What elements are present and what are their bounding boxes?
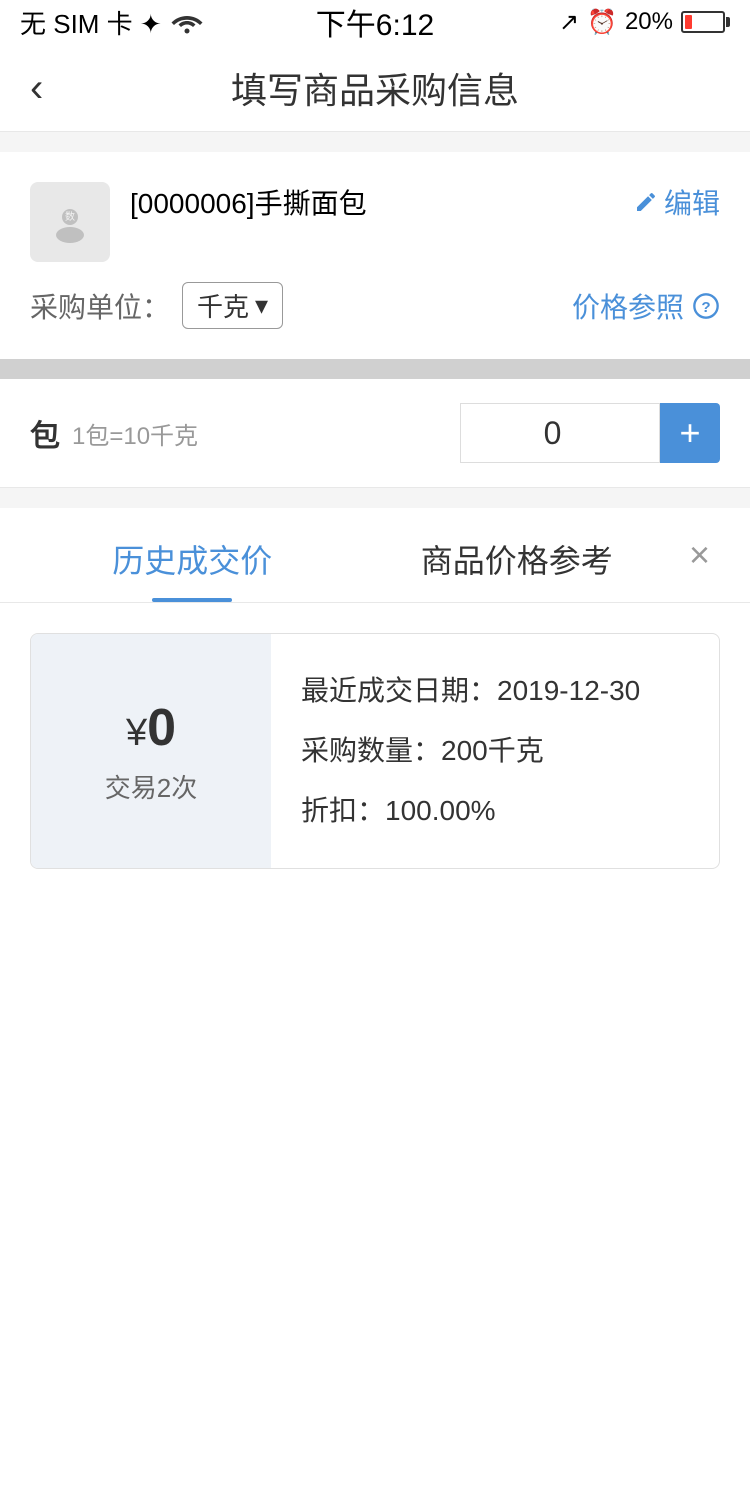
product-name: [0000006]手撕面包: [130, 182, 367, 222]
price-reference-button[interactable]: 价格参照 ?: [572, 286, 720, 326]
product-unit-row: 采购单位： 千克 ▾ 价格参照 ?: [30, 282, 720, 329]
card-price: ¥0: [126, 698, 176, 758]
card-info-section: 最近成交日期：2019-12-30 采购数量：200千克 折扣：100.00%: [271, 634, 719, 868]
price-symbol: ¥: [126, 712, 147, 754]
quantity-control: +: [460, 403, 720, 463]
tab-bar: 历史成交价 商品价格参考 ×: [0, 508, 750, 603]
status-time: 下午6:12: [316, 0, 434, 44]
main-content-area: [0, 899, 750, 1499]
unit-dropdown[interactable]: 千克 ▾: [182, 282, 283, 329]
product-left: 数 [0000006]手撕面包: [30, 182, 367, 262]
edit-button[interactable]: 编辑: [634, 182, 720, 222]
product-image-icon: 数: [45, 197, 95, 247]
qty-unit-label: 包: [30, 411, 60, 455]
location-icon: ↗: [559, 8, 579, 37]
quantity-input[interactable]: [460, 403, 660, 463]
edit-icon: [634, 190, 658, 214]
product-thumbnail: 数: [30, 182, 110, 262]
svg-text:?: ?: [701, 298, 710, 315]
tab-history-price[interactable]: 历史成交价: [30, 508, 354, 602]
battery-percent: 20%: [625, 8, 673, 36]
help-circle-icon: ?: [692, 292, 720, 320]
status-right: ↗ ⏰ 20%: [559, 8, 730, 37]
quantity-label: 包 1包=10千克: [30, 411, 198, 455]
history-content: ¥0 交易2次 最近成交日期：2019-12-30 采购数量：200千克 折扣：…: [0, 603, 750, 899]
tab-section: 历史成交价 商品价格参考 × ¥0 交易2次 最近成交日期：2019-12-30…: [0, 508, 750, 899]
purchase-qty-row: 采购数量：200千克: [301, 730, 689, 772]
page-title: 填写商品采购信息: [231, 62, 519, 114]
alarm-icon: ⏰: [587, 8, 617, 37]
sim-status: 无 SIM 卡 ✦: [20, 4, 162, 41]
discount-row: 折扣：100.00%: [301, 790, 689, 832]
product-header: 数 [0000006]手撕面包 编辑: [30, 182, 720, 262]
section-divider: [0, 359, 750, 379]
trade-count: 交易2次: [105, 768, 197, 805]
status-bar: 无 SIM 卡 ✦ 下午6:12 ↗ ⏰ 20%: [0, 0, 750, 44]
tab-close-button[interactable]: ×: [679, 514, 720, 596]
qty-sub-label: 1包=10千克: [72, 416, 198, 451]
svg-text:数: 数: [65, 210, 75, 223]
history-card: ¥0 交易2次 最近成交日期：2019-12-30 采购数量：200千克 折扣：…: [30, 633, 720, 869]
quantity-row: 包 1包=10千克 +: [0, 379, 750, 488]
product-section: 数 [0000006]手撕面包 编辑 采购单位： 千克 ▾ 价格参照: [0, 152, 750, 359]
battery-icon: [681, 11, 730, 33]
nav-bar: ‹ 填写商品采购信息: [0, 44, 750, 132]
card-price-section: ¥0 交易2次: [31, 634, 271, 868]
recent-date-row: 最近成交日期：2019-12-30: [301, 670, 689, 712]
wifi-icon: [170, 10, 204, 34]
unit-label: 采购单位：: [30, 286, 170, 326]
tab-product-price[interactable]: 商品价格参考: [354, 508, 678, 602]
status-left: 无 SIM 卡 ✦: [20, 4, 204, 41]
unit-selector: 采购单位： 千克 ▾: [30, 282, 283, 329]
quantity-plus-button[interactable]: +: [660, 403, 720, 463]
back-button[interactable]: ‹: [30, 68, 43, 108]
